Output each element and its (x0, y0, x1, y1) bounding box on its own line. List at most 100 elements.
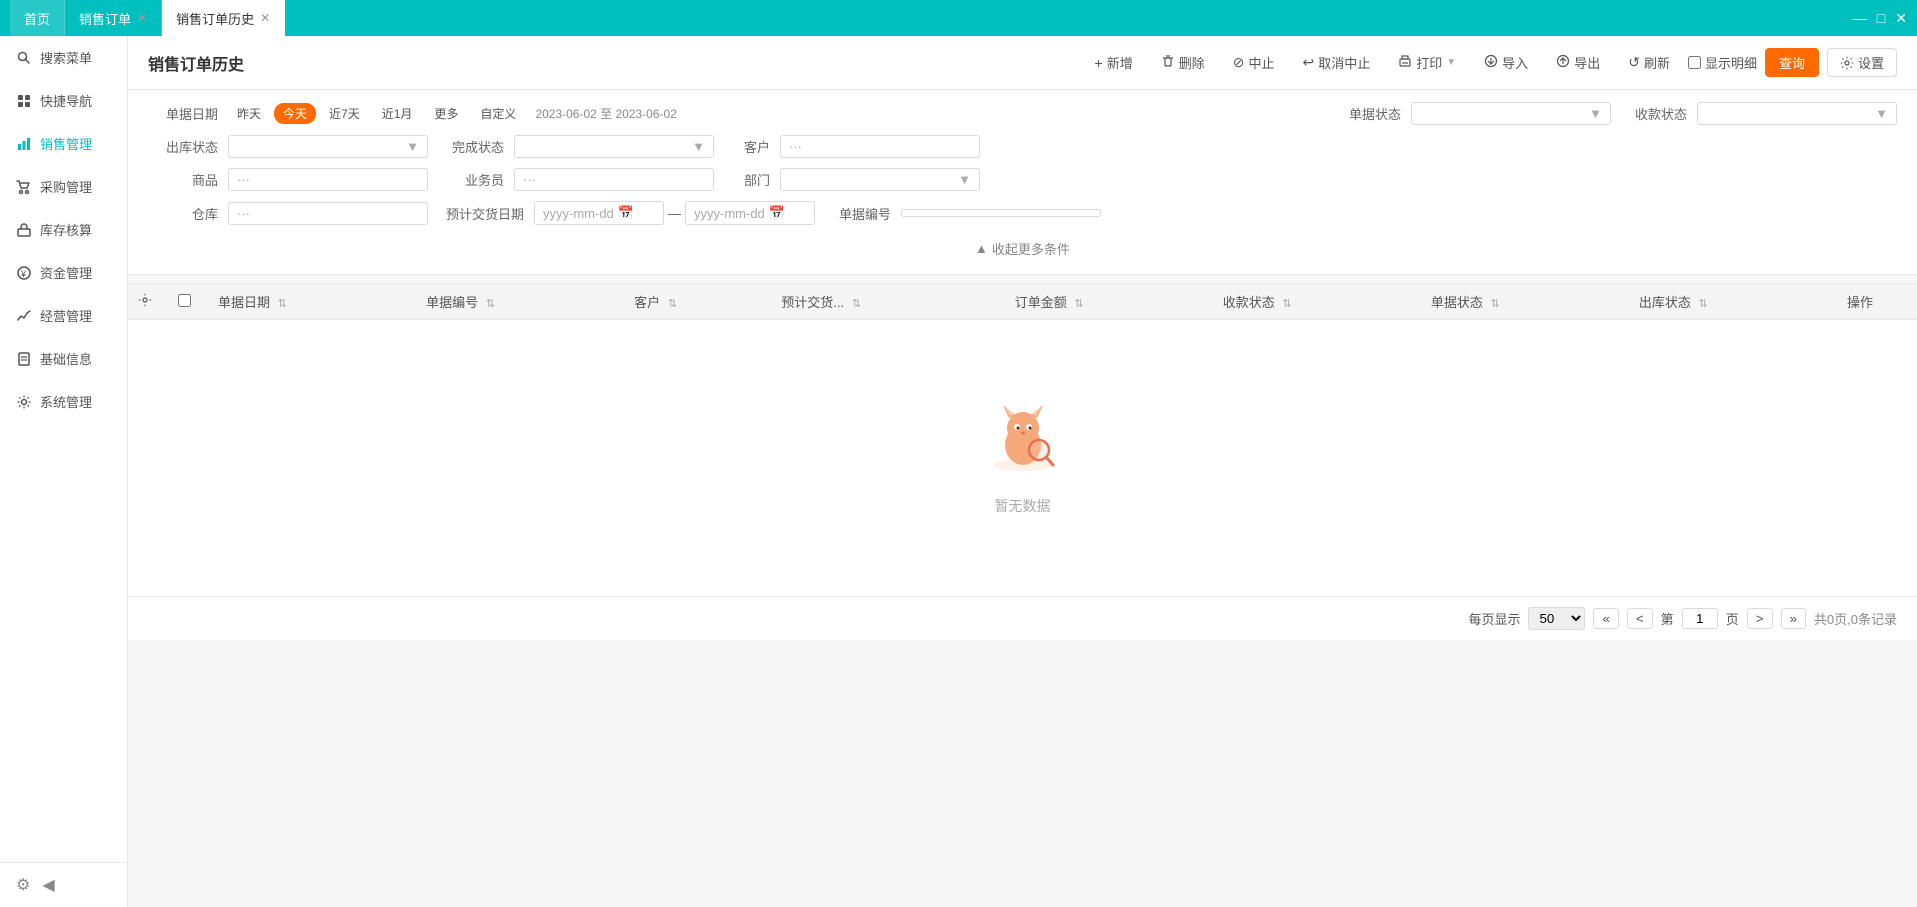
delete-button[interactable]: 删除 (1151, 48, 1215, 77)
customer-input[interactable]: ··· (780, 135, 980, 158)
th-settings[interactable] (128, 284, 168, 320)
new-label: 新增 (1107, 53, 1133, 72)
sidebar-settings-icon[interactable]: ⚙ (16, 875, 30, 895)
warehouse-input[interactable]: ··· (228, 202, 428, 225)
table-area: 单据日期 ⇅ 单据编号 ⇅ 客户 ⇅ 预计交货... (128, 283, 1917, 596)
th-checkbox[interactable] (168, 284, 208, 320)
sidebar-item-search-menu-label: 搜索菜单 (40, 48, 92, 67)
tab-sales-order-close[interactable]: ✕ (137, 11, 147, 25)
maximize-btn[interactable]: □ (1877, 10, 1885, 26)
sidebar-item-sales-mgmt[interactable]: 销售管理 (0, 122, 127, 165)
th-date[interactable]: 单据日期 ⇅ (208, 284, 416, 320)
order-no-label: 单据编号 (831, 204, 901, 223)
stop-button[interactable]: ⊘ 中止 (1223, 48, 1285, 77)
last-page-btn[interactable]: » (1781, 608, 1806, 629)
complete-status-arrow: ▼ (692, 139, 705, 154)
import-icon (1484, 54, 1498, 71)
tab-sales-order-history[interactable]: 销售订单历史 ✕ (162, 0, 285, 36)
page-title: 销售订单历史 (148, 51, 244, 75)
th-delivery-date[interactable]: 预计交货... ⇅ (771, 284, 1004, 320)
th-order-status[interactable]: 单据状态 ⇅ (1421, 284, 1629, 320)
finance-mgmt-icon: ¥ (16, 265, 32, 281)
sidebar-item-search-menu[interactable]: 搜索菜单 (0, 36, 127, 79)
display-detail-checkbox[interactable] (1688, 56, 1701, 69)
complete-status-select[interactable]: ▼ (514, 135, 714, 158)
th-amount-sort: ⇅ (1074, 298, 1083, 310)
out-status-select[interactable]: ▼ (228, 135, 428, 158)
collapse-row[interactable]: ▲ 收起更多条件 (148, 235, 1897, 262)
first-page-btn[interactable]: « (1593, 608, 1618, 629)
sidebar-item-system-mgmt[interactable]: 系统管理 (0, 380, 127, 423)
th-customer[interactable]: 客户 ⇅ (624, 284, 771, 320)
goods-dots: ··· (237, 172, 250, 187)
sidebar-item-purchase-mgmt[interactable]: 采购管理 (0, 165, 127, 208)
order-status-select[interactable]: ▼ (1411, 102, 1611, 125)
date-dash: — (668, 206, 681, 221)
close-btn[interactable]: ✕ (1895, 10, 1907, 27)
sales-input[interactable]: ··· (514, 168, 714, 191)
th-receipt-status[interactable]: 收款状态 ⇅ (1213, 284, 1421, 320)
inventory-icon (16, 222, 32, 238)
th-customer-sort: ⇅ (668, 298, 677, 310)
sidebar-item-operation-mgmt[interactable]: 经营管理 (0, 294, 127, 337)
delivery-date-to[interactable]: yyyy-mm-dd 📅 (685, 201, 815, 225)
export-button[interactable]: 导出 (1546, 48, 1610, 77)
customer-dots: ··· (789, 139, 802, 154)
sidebar-item-inventory[interactable]: 库存核算 (0, 208, 127, 251)
date-today[interactable]: 今天 (274, 103, 316, 124)
filter-row-1: 单据日期 昨天 今天 近7天 近1月 更多 自定义 2023-06-02 至 2… (148, 102, 1897, 125)
sidebar-item-finance-mgmt[interactable]: ¥ 资金管理 (0, 251, 127, 294)
date-last1m[interactable]: 近1月 (373, 103, 422, 124)
th-out-status-label: 出库状态 (1639, 295, 1691, 310)
date-last7[interactable]: 近7天 (320, 103, 369, 124)
basic-info-icon (16, 351, 32, 367)
tab-sales-order-history-close[interactable]: ✕ (260, 11, 270, 25)
minimize-btn[interactable]: — (1853, 10, 1867, 26)
export-label: 导出 (1574, 53, 1600, 72)
content-area: 销售订单历史 + 新增 删除 ⊘ 中止 ↩ 取消中 (128, 36, 1917, 907)
new-button[interactable]: + 新增 (1085, 48, 1143, 77)
order-status-arrow: ▼ (1589, 106, 1602, 121)
query-button[interactable]: 查询 (1765, 48, 1819, 77)
operation-mgmt-icon (16, 308, 32, 324)
sidebar-item-basic-info[interactable]: 基础信息 (0, 337, 127, 380)
receipt-status-select[interactable]: ▼ (1697, 102, 1897, 125)
order-no-input[interactable] (901, 209, 1101, 217)
empty-state: 暂无数据 (128, 320, 1917, 596)
sidebar-item-inventory-label: 库存核算 (40, 220, 92, 239)
th-order-no-label: 单据编号 (426, 295, 478, 310)
date-custom[interactable]: 自定义 (471, 103, 525, 124)
cal-icon-from: 📅 (618, 205, 634, 221)
import-button[interactable]: 导入 (1474, 48, 1538, 77)
select-all-checkbox[interactable] (178, 294, 191, 307)
setting-button[interactable]: 设置 (1827, 48, 1897, 77)
out-status-label: 出库状态 (148, 137, 228, 156)
print-button[interactable]: 打印 ▼ (1388, 48, 1466, 77)
th-amount[interactable]: 订单金额 ⇅ (1005, 284, 1213, 320)
sidebar-item-quick-nav[interactable]: 快捷导航 (0, 79, 127, 122)
th-order-no[interactable]: 单据编号 ⇅ (416, 284, 624, 320)
delivery-date-from[interactable]: yyyy-mm-dd 📅 (534, 201, 664, 225)
goods-input[interactable]: ··· (228, 168, 428, 191)
sidebar-collapse-icon[interactable]: ◀ (42, 875, 54, 895)
filter-row-4: 仓库 ··· 预计交货日期 yyyy-mm-dd 📅 — yyyy-mm-dd … (148, 201, 1897, 225)
dept-select[interactable]: ▼ (780, 168, 980, 191)
tab-home[interactable]: 首页 (10, 0, 65, 36)
customer-label: 客户 (730, 137, 780, 156)
page-suffix: 页 (1726, 609, 1739, 628)
sidebar-item-operation-mgmt-label: 经营管理 (40, 306, 92, 325)
delivery-date-label: 预计交货日期 (444, 204, 534, 223)
th-out-status[interactable]: 出库状态 ⇅ (1629, 284, 1837, 320)
cancel-stop-button[interactable]: ↩ 取消中止 (1293, 48, 1381, 77)
next-page-btn[interactable]: > (1747, 608, 1773, 629)
per-page-select[interactable]: 50 10 20 100 (1528, 607, 1585, 630)
page-input[interactable] (1682, 608, 1718, 629)
prev-page-btn[interactable]: < (1627, 608, 1653, 629)
page-header: 销售订单历史 + 新增 删除 ⊘ 中止 ↩ 取消中 (128, 36, 1917, 90)
filter-row-3: 商品 ··· 业务员 ··· 部门 ▼ (148, 168, 1897, 191)
tab-sales-order[interactable]: 销售订单 ✕ (65, 0, 162, 36)
th-receipt-status-label: 收款状态 (1223, 295, 1275, 310)
refresh-button[interactable]: ↺ 刷新 (1618, 48, 1680, 77)
date-yesterday[interactable]: 昨天 (228, 103, 270, 124)
date-more[interactable]: 更多 (425, 103, 467, 124)
